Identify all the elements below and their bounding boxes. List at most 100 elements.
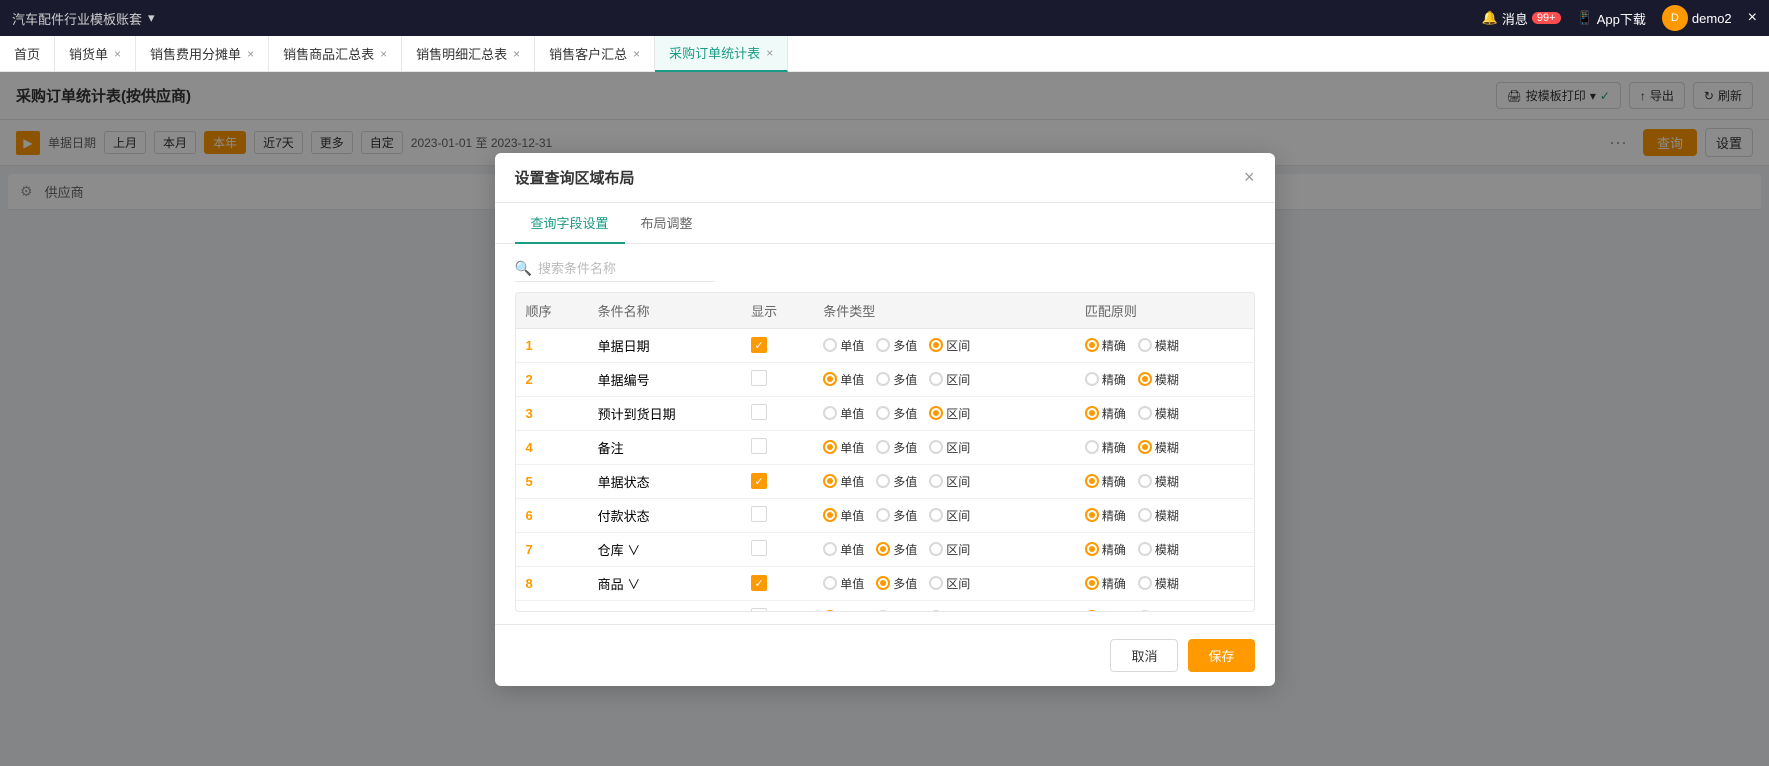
tab-sales-close[interactable]: × [114, 47, 121, 61]
type-radio-多值[interactable]: 多值 [876, 371, 917, 388]
row-show[interactable] [741, 328, 813, 362]
type-radio-区间[interactable]: 区间 [929, 371, 970, 388]
match-radio-精确[interactable]: 精确 [1085, 473, 1126, 490]
type-radio-区间[interactable]: 区间 [929, 405, 970, 422]
row-show[interactable] [741, 396, 813, 430]
type-radio-单值[interactable]: 单值 [823, 541, 864, 558]
show-checkbox[interactable] [751, 404, 767, 420]
show-checkbox[interactable] [751, 370, 767, 386]
type-radio-单值[interactable]: 单值 [823, 507, 864, 524]
type-radio-区间[interactable]: 区间 [929, 609, 970, 612]
type-radio-区间[interactable]: 区间 [929, 439, 970, 456]
match-radio-模糊[interactable]: 模糊 [1138, 609, 1179, 612]
tab-sales-customer-close[interactable]: × [633, 47, 640, 61]
row-show[interactable] [741, 600, 813, 612]
match-radio-模糊[interactable]: 模糊 [1138, 337, 1179, 354]
radio-circle [1085, 508, 1099, 522]
radio-circle [929, 338, 943, 352]
type-radio-区间[interactable]: 区间 [929, 337, 970, 354]
app-title-chevron[interactable]: ▾ [148, 10, 155, 26]
dialog-close-button[interactable]: × [1244, 168, 1255, 186]
tab-sales-stat[interactable]: 销售商品汇总表 × [269, 36, 402, 72]
radio-circle [823, 406, 837, 420]
tab-sales-expense[interactable]: 销售费用分摊单 × [136, 36, 269, 72]
radio-circle [876, 542, 890, 556]
row-show[interactable] [741, 430, 813, 464]
type-radio-区间[interactable]: 区间 [929, 507, 970, 524]
type-radio-单值[interactable]: 单值 [823, 473, 864, 490]
type-radio-多值[interactable]: 多值 [876, 473, 917, 490]
row-show[interactable] [741, 498, 813, 532]
row-show[interactable] [741, 362, 813, 396]
tab-sales[interactable]: 销货单 × [55, 36, 136, 72]
type-radio-多值[interactable]: 多值 [876, 507, 917, 524]
match-radio-模糊[interactable]: 模糊 [1138, 541, 1179, 558]
match-radio-精确[interactable]: 精确 [1085, 439, 1126, 456]
row-show[interactable] [741, 464, 813, 498]
match-radio-模糊[interactable]: 模糊 [1138, 507, 1179, 524]
save-button[interactable]: 保存 [1188, 639, 1254, 672]
dialog-tab-layout[interactable]: 布局调整 [625, 203, 709, 244]
match-radio-精确[interactable]: 精确 [1085, 541, 1126, 558]
show-checkbox[interactable] [751, 540, 767, 556]
show-checkbox[interactable] [751, 473, 767, 489]
type-radio-单值[interactable]: 单值 [823, 337, 864, 354]
type-radio-多值[interactable]: 多值 [876, 609, 917, 612]
tab-purchase-stat-close[interactable]: × [766, 46, 773, 60]
show-checkbox[interactable] [751, 575, 767, 591]
row-order: 4 [516, 430, 588, 464]
tab-sales-expense-close[interactable]: × [247, 47, 254, 61]
match-radio-模糊[interactable]: 模糊 [1138, 473, 1179, 490]
type-radio-单值[interactable]: 单值 [823, 609, 864, 612]
row-name: 属性 ∨ [588, 600, 742, 612]
row-match: 精确模糊 [1075, 464, 1254, 498]
tab-sales-customer[interactable]: 销售客户汇总 × [535, 36, 655, 72]
row-show[interactable] [741, 532, 813, 566]
type-radio-多值[interactable]: 多值 [876, 541, 917, 558]
match-radio-模糊[interactable]: 模糊 [1138, 371, 1179, 388]
match-radio-模糊[interactable]: 模糊 [1138, 405, 1179, 422]
match-radio-精确[interactable]: 精确 [1085, 371, 1126, 388]
match-radio-精确[interactable]: 精确 [1085, 507, 1126, 524]
cancel-button[interactable]: 取消 [1110, 639, 1178, 672]
match-radio-精确[interactable]: 精确 [1085, 609, 1126, 612]
type-radio-单值[interactable]: 单值 [823, 575, 864, 592]
match-radio-精确[interactable]: 精确 [1085, 337, 1126, 354]
type-radio-多值[interactable]: 多值 [876, 337, 917, 354]
type-radio-单值[interactable]: 单值 [823, 371, 864, 388]
match-radio-精确[interactable]: 精确 [1085, 405, 1126, 422]
notification-area[interactable]: 🔔 消息 99+ [1482, 9, 1561, 28]
row-type: 单值多值区间 [813, 532, 1075, 566]
app-download-area[interactable]: 📱 App下载 [1577, 9, 1646, 28]
type-radio-区间[interactable]: 区间 [929, 473, 970, 490]
row-show[interactable] [741, 566, 813, 600]
type-radio-区间[interactable]: 区间 [929, 541, 970, 558]
tab-sales-stat-close[interactable]: × [380, 47, 387, 61]
show-checkbox[interactable] [751, 438, 767, 454]
match-radio-精确[interactable]: 精确 [1085, 575, 1126, 592]
tab-purchase-stat[interactable]: 采购订单统计表 × [655, 36, 788, 72]
row-name: 单据状态 [588, 464, 742, 498]
topbar-close[interactable]: × [1748, 9, 1757, 27]
tab-sales-detail-close[interactable]: × [513, 47, 520, 61]
type-radio-单值[interactable]: 单值 [823, 405, 864, 422]
radio-circle [929, 542, 943, 556]
type-radio-单值[interactable]: 单值 [823, 439, 864, 456]
show-checkbox[interactable] [751, 506, 767, 522]
type-radio-区间[interactable]: 区间 [929, 575, 970, 592]
row-match: 精确模糊 [1075, 362, 1254, 396]
match-radio-模糊[interactable]: 模糊 [1138, 439, 1179, 456]
type-radio-多值[interactable]: 多值 [876, 405, 917, 422]
tab-sales-detail[interactable]: 销售明细汇总表 × [402, 36, 535, 72]
show-checkbox[interactable] [751, 337, 767, 353]
tab-home[interactable]: 首页 [0, 36, 55, 72]
radio-circle [823, 338, 837, 352]
show-checkbox[interactable] [751, 608, 767, 612]
table-row: 7仓库 ∨单值多值区间精确模糊 [516, 532, 1254, 566]
search-input[interactable] [538, 261, 698, 276]
match-radio-模糊[interactable]: 模糊 [1138, 575, 1179, 592]
type-radio-多值[interactable]: 多值 [876, 439, 917, 456]
dialog-tab-fields[interactable]: 查询字段设置 [515, 203, 625, 244]
user-area[interactable]: D demo2 [1662, 5, 1732, 31]
type-radio-多值[interactable]: 多值 [876, 575, 917, 592]
